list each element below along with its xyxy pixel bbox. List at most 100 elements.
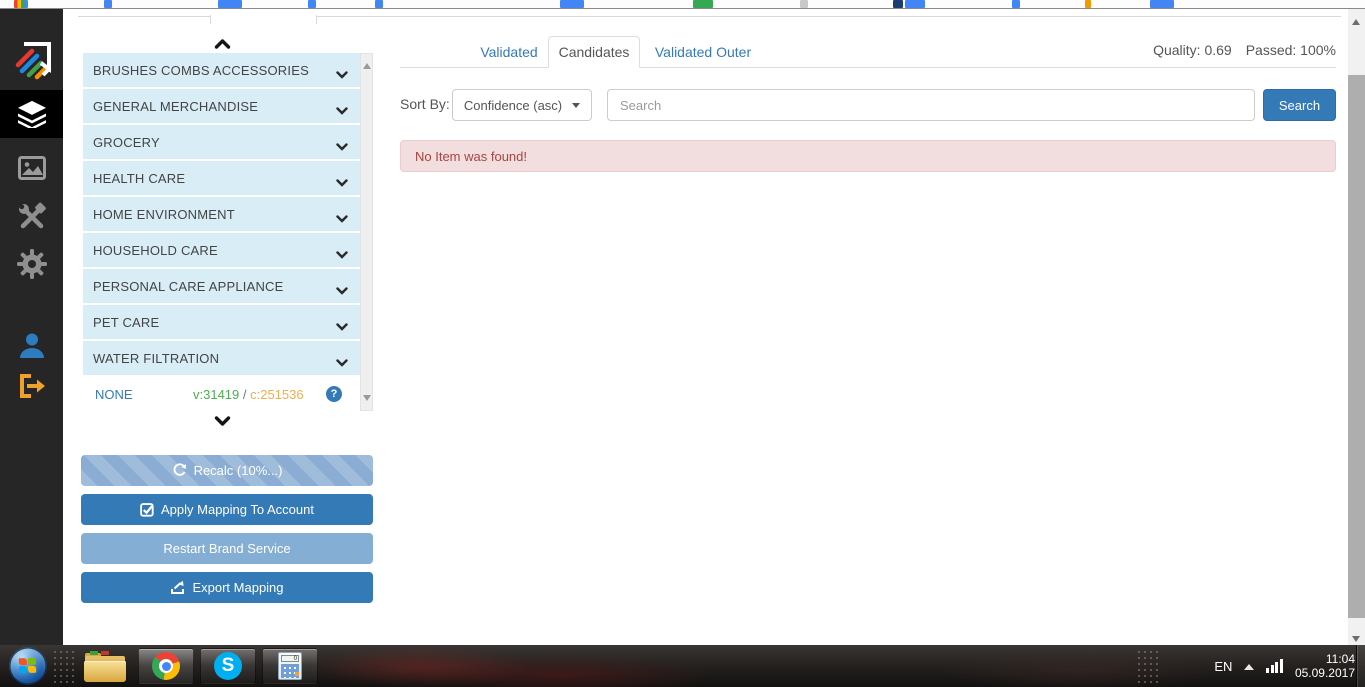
page-content: BRUSHES COMBS ACCESSORIES GENERAL MERCHA… <box>63 9 1348 645</box>
caret-down-icon <box>572 102 581 112</box>
calculator-icon: 0 <box>278 652 302 680</box>
sort-by-label: Sort By: <box>400 96 450 112</box>
file-explorer-button[interactable] <box>84 651 126 683</box>
sidebar-item-account[interactable] <box>0 324 63 366</box>
category-list-scrollbar[interactable] <box>360 53 373 411</box>
chevron-down-icon <box>336 319 348 334</box>
restart-brand-service-button[interactable]: Restart Brand Service <box>81 533 373 564</box>
refresh-icon <box>173 463 186 476</box>
scrollbar-down-button[interactable] <box>1348 628 1365 645</box>
category-item[interactable]: HOME ENVIRONMENT <box>83 197 360 231</box>
tab-candidates[interactable]: Candidates <box>548 36 640 68</box>
category-item[interactable]: WATER FILTRATION <box>83 341 360 375</box>
category-item[interactable]: PET CARE <box>83 305 360 339</box>
sidebar-item-tools[interactable] <box>0 195 63 239</box>
chrome-icon <box>152 652 180 680</box>
bookmark-favicon[interactable] <box>693 0 713 8</box>
export-icon <box>171 580 185 594</box>
chevron-down-icon <box>336 211 348 226</box>
chrome-taskbar-button[interactable] <box>138 648 194 684</box>
bookmark-favicon[interactable] <box>800 0 808 8</box>
app-sidebar <box>0 9 63 645</box>
bookmark-favicon[interactable] <box>1150 0 1174 8</box>
skype-taskbar-button[interactable]: S <box>200 648 256 684</box>
taskbar-clock[interactable]: 11:04 05.09.2017 <box>1295 652 1355 680</box>
list-scroll-up-button[interactable] <box>214 37 232 49</box>
chevron-down-icon <box>336 103 348 118</box>
taskbar: S 0 EN 11:04 05.09.2017 <box>0 645 1365 687</box>
category-item[interactable]: HEALTH CARE <box>83 161 360 195</box>
bookmark-favicon[interactable] <box>1012 0 1020 8</box>
list-scroll-down-button[interactable] <box>214 414 232 426</box>
category-label: HOME ENVIRONMENT <box>93 206 235 222</box>
show-desktop-button[interactable] <box>1356 645 1365 687</box>
bookmark-favicon[interactable] <box>905 0 925 8</box>
sidebar-item-logout[interactable] <box>0 366 63 406</box>
recalc-button[interactable]: Recalc (10%...) <box>81 455 373 486</box>
chevron-up-icon <box>214 39 231 49</box>
category-label: WATER FILTRATION <box>93 350 220 366</box>
app-logo[interactable] <box>0 31 63 91</box>
system-tray: EN 11:04 05.09.2017 <box>1214 645 1355 687</box>
none-label: NONE <box>95 386 133 402</box>
category-label: GROCERY <box>93 134 160 150</box>
apply-mapping-button[interactable]: Apply Mapping To Account <box>81 494 373 525</box>
sidebar-item-images[interactable] <box>0 146 63 190</box>
wallpaper-dots <box>52 649 76 683</box>
bookmark-favicon[interactable] <box>308 0 316 8</box>
sort-select[interactable]: Confidence (asc) <box>452 89 592 121</box>
tab-validated-outer[interactable]: Validated Outer <box>648 36 758 68</box>
sidebar-item-settings[interactable] <box>0 243 63 285</box>
sidebar-item-mappings[interactable] <box>0 90 63 138</box>
category-item[interactable]: GENERAL MERCHANDISE <box>83 89 360 123</box>
browser-scrollbar[interactable] <box>1348 9 1365 645</box>
browser-bookmarks-bar <box>0 0 1365 9</box>
screen: BRUSHES COMBS ACCESSORIES GENERAL MERCHA… <box>0 0 1365 687</box>
scrollbar-up-icon <box>363 59 371 69</box>
category-item[interactable]: BRUSHES COMBS ACCESSORIES <box>83 53 360 87</box>
category-label: HOUSEHOLD CARE <box>93 242 218 258</box>
user-icon <box>19 333 44 358</box>
clock-date: 05.09.2017 <box>1294 666 1355 680</box>
category-label: PERSONAL CARE APPLIANCE <box>93 278 284 294</box>
search-button[interactable]: Search <box>1263 89 1336 121</box>
tab-validated[interactable]: Validated <box>464 36 554 68</box>
no-item-alert: No Item was found! <box>400 140 1336 172</box>
calculator-display: 0 <box>281 655 299 662</box>
network-signal-icon[interactable] <box>1266 659 1283 673</box>
scrollbar-up-button[interactable] <box>1348 9 1365 26</box>
category-list: BRUSHES COMBS ACCESSORIES GENERAL MERCHA… <box>83 53 360 411</box>
skype-icon: S <box>214 652 242 680</box>
calculator-taskbar-button[interactable]: 0 <box>262 648 318 684</box>
none-counts: v:31419 / c:251536 <box>193 387 304 402</box>
scrollbar-down-icon <box>363 395 371 405</box>
category-item[interactable]: PERSONAL CARE APPLIANCE <box>83 269 360 303</box>
bookmark-favicon[interactable] <box>14 0 28 8</box>
tray-expand-icon[interactable] <box>1244 659 1255 670</box>
bookmark-favicon[interactable] <box>104 0 112 8</box>
category-label: GENERAL MERCHANDISE <box>93 98 259 114</box>
recalc-label: Recalc (10%...) <box>193 463 283 478</box>
gear-icon <box>16 249 47 279</box>
sort-select-value: Confidence (asc) <box>463 97 563 113</box>
category-item[interactable]: GROCERY <box>83 125 360 159</box>
bookmark-favicon[interactable] <box>375 0 383 8</box>
category-none-row[interactable]: NONE v:31419 / c:251536 ? <box>83 377 360 411</box>
start-button[interactable] <box>9 647 47 685</box>
top-tab-active[interactable] <box>210 15 317 24</box>
bookmark-favicon[interactable] <box>560 0 584 8</box>
export-mapping-label: Export Mapping <box>192 580 284 595</box>
chevron-down-icon <box>336 247 348 262</box>
bookmark-favicon[interactable] <box>218 0 242 8</box>
scrollbar-thumb[interactable] <box>1348 75 1365 618</box>
search-input[interactable] <box>607 89 1255 121</box>
count-separator: / <box>239 386 251 402</box>
bookmark-favicon[interactable] <box>1085 0 1091 8</box>
chevron-down-icon <box>336 139 348 154</box>
export-mapping-button[interactable]: Export Mapping <box>81 572 373 603</box>
logout-icon <box>19 374 45 398</box>
language-indicator[interactable]: EN <box>1214 659 1232 674</box>
bookmark-favicon[interactable] <box>893 0 903 8</box>
category-item[interactable]: HOUSEHOLD CARE <box>83 233 360 267</box>
help-icon[interactable]: ? <box>326 386 342 402</box>
